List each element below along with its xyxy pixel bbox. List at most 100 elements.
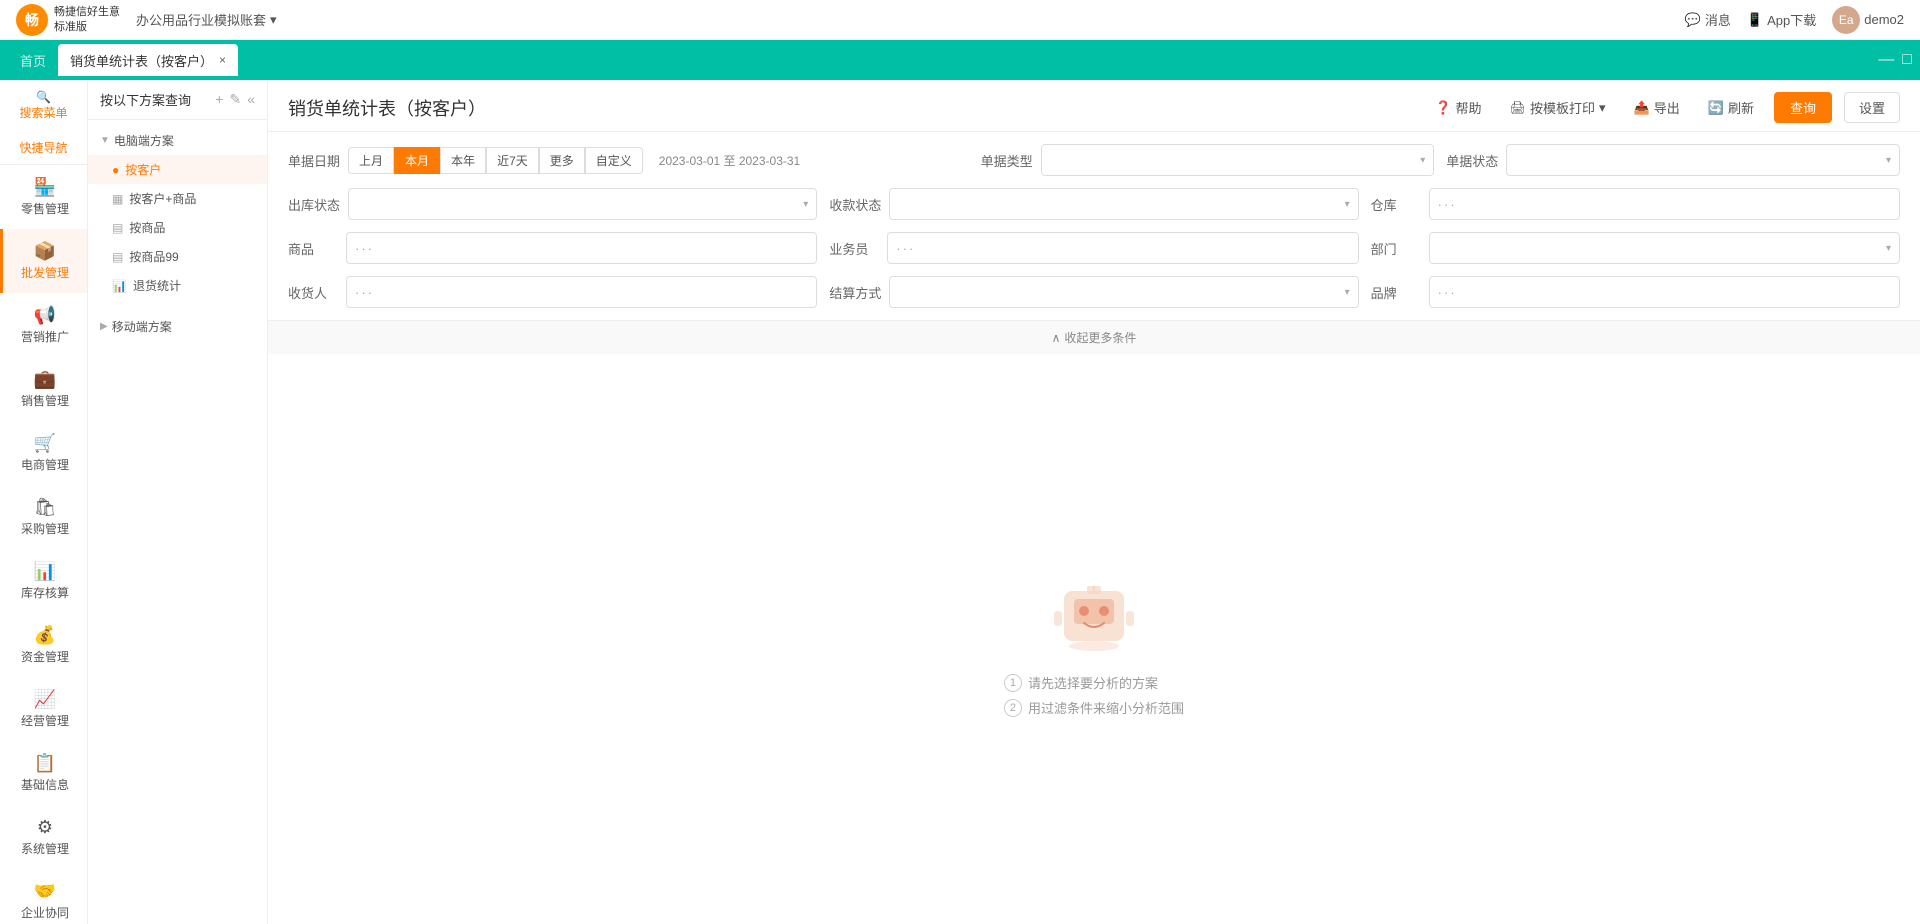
date-tab-this-year[interactable]: 本年 xyxy=(440,147,486,174)
salesperson-label: 业务员 xyxy=(829,239,879,258)
sidebar-item-inventory[interactable]: 📊 库存核算 xyxy=(0,549,87,613)
settlement-select[interactable] xyxy=(889,276,1358,308)
scheme-item-product99[interactable]: ▤ 按商品99 xyxy=(88,242,267,271)
doc-status-label: 单据状态 xyxy=(1446,151,1498,170)
tab-maximize-button[interactable]: □ xyxy=(1902,51,1912,69)
brand-select[interactable]: ··· xyxy=(1429,276,1900,308)
sales-icon: 💼 xyxy=(34,369,56,390)
salesperson-col: 业务员 ··· xyxy=(829,232,1358,264)
tab-active[interactable]: 销货单统计表（按客户） × xyxy=(58,44,238,76)
doc-status-select[interactable] xyxy=(1506,144,1900,176)
settings-button[interactable]: 设置 xyxy=(1844,92,1900,123)
page-actions: ❓ 帮助 🖨 按模板打印 ▾ 📤 导出 🔄 刷新 xyxy=(1427,92,1900,123)
top-bar-left: 畅 畅捷信好生意 标准版 办公用品行业模拟账套 ▾ xyxy=(16,4,285,36)
sidebar-item-system[interactable]: ⚙ 系统管理 xyxy=(0,805,87,869)
sidebar-search[interactable]: 🔍 搜索菜单 xyxy=(0,80,87,131)
collection-chevron-icon xyxy=(1345,199,1350,210)
product-col: 商品 ··· xyxy=(288,232,817,264)
sidebar-item-retail[interactable]: 🏪 零售管理 xyxy=(0,165,87,229)
date-tabs: 上月 本月 本年 近7天 更多 自定义 xyxy=(348,147,643,174)
scheme-item-return[interactable]: 📊 退货统计 xyxy=(88,271,267,300)
phone-icon: 📱 xyxy=(1747,12,1763,28)
scheme-section-pc-header[interactable]: ▼ 电脑端方案 xyxy=(88,126,267,155)
empty-state: 1 请先选择要分析的方案 2 用过滤条件来缩小分析范围 xyxy=(268,354,1920,924)
sidebar-item-ecommerce[interactable]: 🛒 电商管理 xyxy=(0,421,87,485)
scheme-section-mobile-header[interactable]: ▶ 移动端方案 xyxy=(88,312,267,341)
tab-close-icon[interactable]: × xyxy=(219,53,226,67)
print-chevron-icon: ▾ xyxy=(1599,100,1606,116)
logo-icon: 畅 xyxy=(16,4,48,36)
chevron-down-icon: ▾ xyxy=(270,12,277,28)
empty-steps: 1 请先选择要分析的方案 2 用过滤条件来缩小分析范围 xyxy=(1004,673,1184,717)
doc-type-chevron-icon xyxy=(1420,155,1425,166)
department-label: 部门 xyxy=(1371,239,1421,258)
finance-icon: 💰 xyxy=(34,625,56,646)
tab-minimize-button[interactable]: — xyxy=(1878,51,1894,69)
message-button[interactable]: 💬 消息 xyxy=(1685,10,1731,29)
user-menu[interactable]: Ea demo2 xyxy=(1832,6,1904,34)
product-select[interactable]: ··· xyxy=(346,232,817,264)
date-tab-this-month[interactable]: 本月 xyxy=(394,147,440,174)
scheme-panel-header: 按以下方案查询 + ✎ « xyxy=(88,80,267,120)
scheme-collapse-icon[interactable]: « xyxy=(247,91,255,108)
scheme-edit-icon[interactable]: ✎ xyxy=(229,91,241,108)
app-download-button[interactable]: 📱 App下载 xyxy=(1747,10,1816,29)
nav-selector[interactable]: 办公用品行业模拟账套 ▾ xyxy=(128,6,285,33)
brand-col: 品牌 ··· xyxy=(1371,276,1900,308)
print-button[interactable]: 🖨 按模板打印 ▾ xyxy=(1502,94,1614,121)
sidebar-item-operations[interactable]: 📈 经营管理 xyxy=(0,677,87,741)
inventory-icon: 📊 xyxy=(34,561,56,582)
collection-label: 收款状态 xyxy=(829,195,881,214)
marketing-icon: 📢 xyxy=(34,305,56,326)
enterprise-icon: 🤝 xyxy=(34,881,56,902)
help-button[interactable]: ❓ 帮助 xyxy=(1427,94,1489,121)
export-button[interactable]: 📤 导出 xyxy=(1626,94,1688,121)
consignee-select[interactable]: ··· xyxy=(346,276,817,308)
sidebar-item-basic[interactable]: 📋 基础信息 xyxy=(0,741,87,805)
outbound-select[interactable] xyxy=(348,188,817,220)
empty-state-icon xyxy=(1034,561,1154,661)
warehouse-select[interactable]: ··· xyxy=(1429,188,1900,220)
tab-home[interactable]: 首页 xyxy=(8,44,58,76)
product-icon: ▤ xyxy=(112,221,123,235)
scheme-section-mobile: ▶ 移动端方案 xyxy=(88,306,267,347)
sidebar: 🔍 搜索菜单 快捷导航 🏪 零售管理 📦 批发管理 📢 营销推广 💼 销售管理 … xyxy=(0,80,88,924)
sidebar-item-marketing[interactable]: 📢 营销推广 xyxy=(0,293,87,357)
message-icon: 💬 xyxy=(1685,12,1701,28)
settlement-label: 结算方式 xyxy=(829,283,881,302)
doc-type-label: 单据类型 xyxy=(981,151,1033,170)
filter-row-4: 收货人 ··· 结算方式 品牌 xyxy=(288,276,1900,308)
page-title: 销货单统计表（按客户） xyxy=(288,95,486,121)
date-tab-custom[interactable]: 自定义 xyxy=(585,147,643,174)
query-button[interactable]: 查询 xyxy=(1774,92,1832,123)
step-2-number: 2 xyxy=(1004,699,1022,717)
scheme-item-customer-product[interactable]: ▦ 按客户+商品 xyxy=(88,184,267,213)
consignee-label: 收货人 xyxy=(288,283,338,302)
doc-type-select[interactable] xyxy=(1041,144,1435,176)
date-tab-last7[interactable]: 近7天 xyxy=(486,147,539,174)
sidebar-item-sales[interactable]: 💼 销售管理 xyxy=(0,357,87,421)
sidebar-item-wholesale[interactable]: 📦 批发管理 xyxy=(0,229,87,293)
collapse-bar[interactable]: ∧ 收起更多条件 xyxy=(268,320,1920,354)
collection-select[interactable] xyxy=(889,188,1358,220)
ecommerce-icon: 🛒 xyxy=(34,433,56,454)
salesperson-select[interactable]: ··· xyxy=(887,232,1358,264)
sidebar-item-purchase[interactable]: 🛍 采购管理 xyxy=(0,485,87,549)
scheme-add-icon[interactable]: + xyxy=(215,91,223,108)
sidebar-quick-nav[interactable]: 快捷导航 xyxy=(0,131,87,165)
outbound-chevron-icon xyxy=(803,199,808,210)
settlement-chevron-icon xyxy=(1345,287,1350,298)
sidebar-item-finance[interactable]: 💰 资金管理 xyxy=(0,613,87,677)
sidebar-item-enterprise[interactable]: 🤝 企业协同 xyxy=(0,869,87,924)
department-col: 部门 xyxy=(1371,232,1900,264)
scheme-item-product[interactable]: ▤ 按商品 xyxy=(88,213,267,242)
tab-actions: — □ xyxy=(1878,51,1912,69)
customer-scheme-icon: ● xyxy=(112,163,119,177)
department-select[interactable] xyxy=(1429,232,1900,264)
product-label: 商品 xyxy=(288,239,338,258)
refresh-button[interactable]: 🔄 刷新 xyxy=(1700,94,1762,121)
purchase-icon: 🛍 xyxy=(34,497,57,518)
date-tab-more[interactable]: 更多 xyxy=(539,147,585,174)
date-tab-last-month[interactable]: 上月 xyxy=(348,147,394,174)
scheme-item-customer[interactable]: ● 按客户 xyxy=(88,155,267,184)
